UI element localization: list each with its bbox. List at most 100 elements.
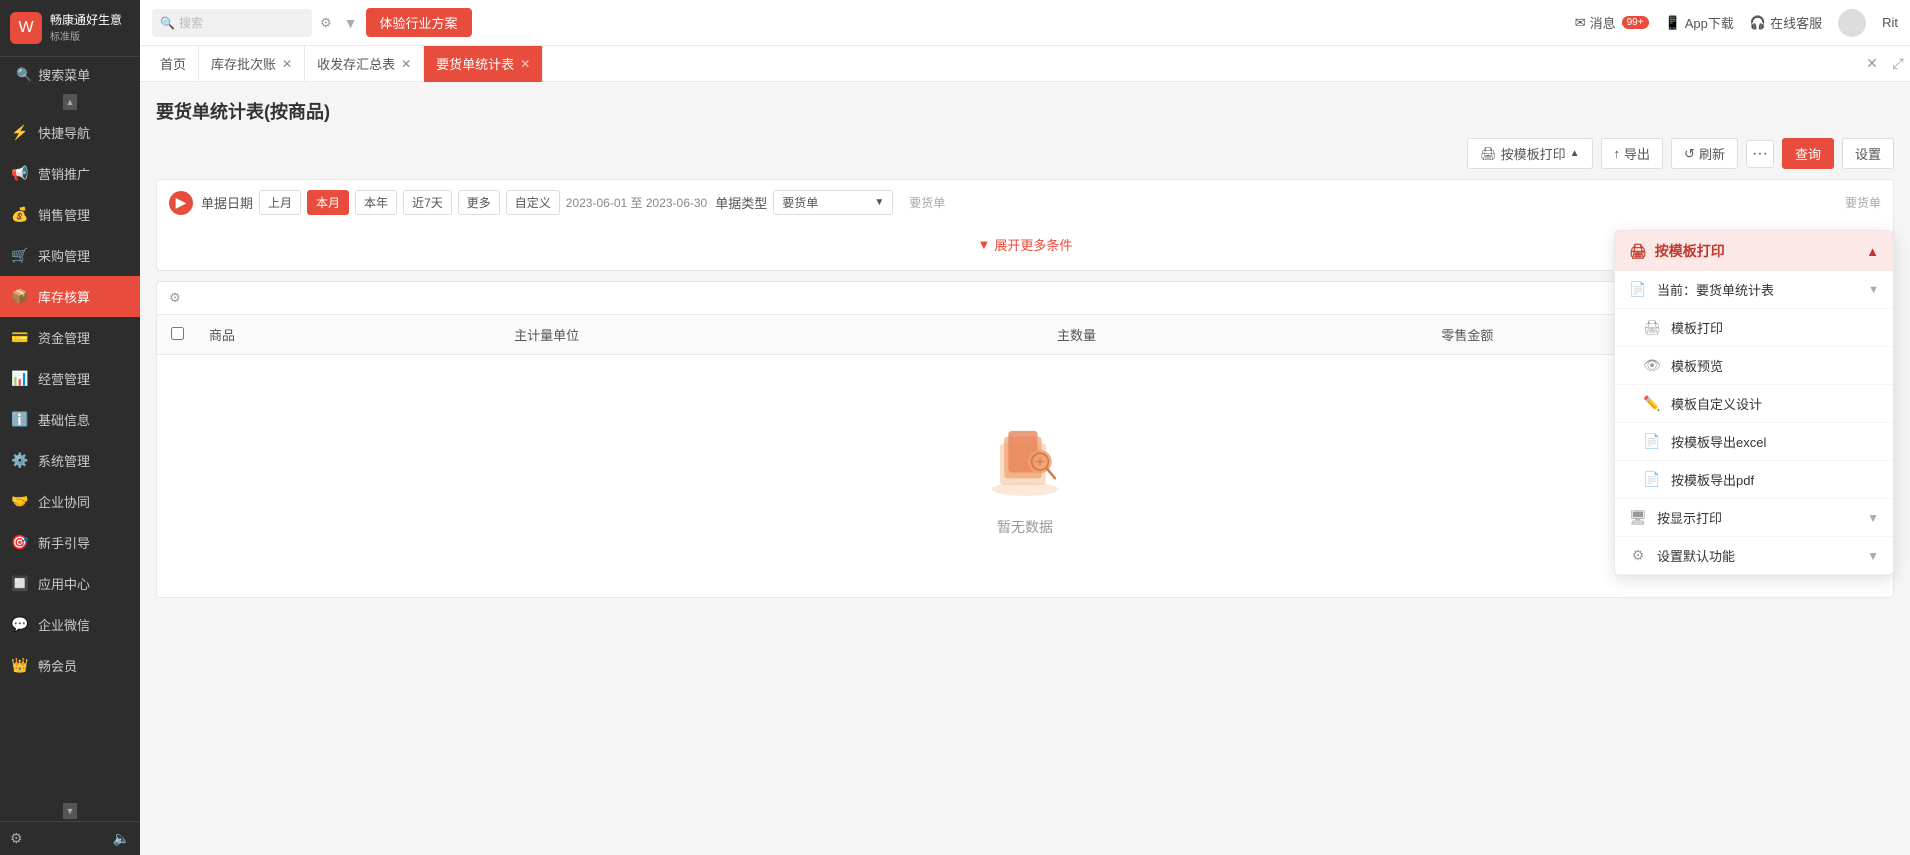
- display-print-left: 🖥 按显示打印: [1629, 508, 1722, 527]
- basic-icon: ℹ️: [10, 411, 30, 428]
- sidebar-item-marketing[interactable]: 📢 营销推广: [0, 153, 140, 194]
- sidebar-item-apps[interactable]: 🔲 应用中心: [0, 563, 140, 604]
- print-template-button[interactable]: 🖨 按模板打印 ▲: [1467, 138, 1592, 169]
- topbar: 🔍 搜索 ⚙ ▼ 体验行业方案 ✉ 消息 99+ 📱 App下载 🎧 在线客服 …: [140, 0, 1910, 46]
- dropdown-template-print[interactable]: 🖨 模板打印: [1615, 309, 1893, 347]
- date-btn-prev-month[interactable]: 上月: [259, 190, 301, 215]
- tab-receipt-summary[interactable]: 收发存汇总表 ✕: [305, 46, 424, 82]
- sidebar-scroll-down[interactable]: ▼: [63, 803, 77, 819]
- tab-order-stats-close[interactable]: ✕: [520, 57, 530, 71]
- date-btn-this-year[interactable]: 本年: [355, 190, 397, 215]
- tab-home[interactable]: 首页: [148, 46, 199, 82]
- sidebar-item-sales[interactable]: 💰 销售管理: [0, 194, 140, 235]
- sidebar-scroll-up[interactable]: ▲: [63, 94, 77, 110]
- select-all-checkbox[interactable]: [171, 327, 184, 340]
- dropdown-template-preview[interactable]: 👁 模板预览: [1615, 347, 1893, 385]
- dropdown-header-left: 🖨 按模板打印: [1629, 241, 1725, 261]
- operation-icon: 📊: [10, 370, 30, 387]
- date-btn-more[interactable]: 更多: [458, 190, 500, 215]
- expand-more-button[interactable]: ▼ 展开更多条件: [978, 229, 1073, 260]
- export-pdf-label: 按模板导出pdf: [1671, 470, 1754, 489]
- date-btn-7days[interactable]: 近7天: [403, 190, 452, 215]
- sidebar-item-quick-nav[interactable]: ⚡ 快捷导航: [0, 112, 140, 153]
- sidebar-item-enterprise[interactable]: 🤝 企业协同: [0, 481, 140, 522]
- sound-icon[interactable]: 🔈: [113, 830, 130, 847]
- app-sub: 标准版: [50, 28, 122, 43]
- topbar-dropdown-icon[interactable]: ▼: [344, 15, 358, 31]
- template-preview-label: 模板预览: [1671, 356, 1723, 375]
- dropdown-current-item[interactable]: 📄 当前：要货单统计表 ▼: [1615, 271, 1893, 309]
- order-type-select[interactable]: 要货单 ▼: [773, 190, 893, 215]
- table-settings-icon[interactable]: ⚙: [169, 290, 181, 306]
- system-icon: ⚙️: [10, 452, 30, 469]
- more-options-button[interactable]: ···: [1746, 140, 1774, 168]
- template-print-icon: 🖨: [1643, 319, 1661, 336]
- sidebar-item-basic[interactable]: ℹ️ 基础信息: [0, 399, 140, 440]
- sidebar-item-inventory[interactable]: 📦 库存核算: [0, 276, 140, 317]
- marketing-icon: 📢: [10, 165, 30, 182]
- filter-expand-button[interactable]: ▶: [169, 191, 193, 215]
- tab-inventory-batch-label: 库存批次账: [211, 54, 276, 73]
- date-btn-this-month[interactable]: 本月: [307, 190, 349, 215]
- dropdown-export-pdf[interactable]: 📄 按模板导出pdf: [1615, 461, 1893, 499]
- expand-tab-button[interactable]: ⤢: [1886, 52, 1910, 76]
- app-logo-icon: W: [10, 12, 42, 44]
- refresh-button[interactable]: ↺ 刷新: [1671, 138, 1738, 169]
- sidebar-item-label: 资金管理: [38, 328, 90, 347]
- trial-button[interactable]: 体验行业方案: [366, 8, 472, 37]
- dropdown-template-design[interactable]: ✏️ 模板自定义设计: [1615, 385, 1893, 423]
- sidebar-logo: W 畅康通好生意 标准版: [0, 0, 140, 57]
- export-excel-icon: 📄: [1643, 433, 1661, 450]
- query-button[interactable]: 查询: [1782, 138, 1834, 169]
- order-type-filter-group: 单据类型 要货单 ▼: [715, 190, 893, 215]
- empty-text: 暂无数据: [997, 517, 1053, 537]
- tab-order-stats[interactable]: 要货单统计表 ✕: [424, 46, 543, 82]
- sidebar-item-wechat[interactable]: 💬 企业微信: [0, 604, 140, 645]
- date-filter-label: 单据日期: [201, 193, 253, 212]
- sidebar-item-member[interactable]: 👑 畅会员: [0, 645, 140, 686]
- topbar-gear-icon[interactable]: ⚙: [320, 15, 332, 31]
- date-btn-custom[interactable]: 自定义: [506, 190, 560, 215]
- sidebar-item-purchase[interactable]: 🛒 采购管理: [0, 235, 140, 276]
- tab-receipt-summary-label: 收发存汇总表: [317, 54, 395, 73]
- date-filter-group: 单据日期 上月 本月 本年 近7天 更多 自定义 2023-06-01 至 20…: [201, 190, 707, 215]
- sidebar-item-label: 营销推广: [38, 164, 90, 183]
- dropdown-header-label: 按模板打印: [1655, 241, 1725, 261]
- empty-illustration: [975, 415, 1075, 505]
- dropdown-export-excel[interactable]: 📄 按模板导出excel: [1615, 423, 1893, 461]
- order-status-filter: 要货单: [1845, 194, 1881, 211]
- tab-inventory-batch-close[interactable]: ✕: [282, 57, 292, 71]
- th-unit: 主计量单位: [502, 315, 1045, 355]
- sidebar-nav: ⚡ 快捷导航 📢 营销推广 💰 销售管理 🛒 采购管理 📦 库存核算 💳 资金管…: [0, 112, 140, 801]
- guide-icon: 🎯: [10, 534, 30, 551]
- tabs-bar: 首页 库存批次账 ✕ 收发存汇总表 ✕ 要货单统计表 ✕ ✕ ⤢: [140, 46, 1910, 82]
- app-download-item[interactable]: 📱 App下载: [1665, 13, 1734, 32]
- sidebar-search[interactable]: 🔍 搜索菜单: [0, 57, 140, 92]
- settings-button[interactable]: 设置: [1842, 138, 1894, 169]
- dropdown-header[interactable]: 🖨 按模板打印 ▲: [1615, 231, 1893, 271]
- sidebar-item-finance[interactable]: 💳 资金管理: [0, 317, 140, 358]
- order-status-label: 要货单: [1845, 194, 1881, 211]
- topbar-search-box[interactable]: 🔍 搜索: [152, 9, 312, 37]
- sidebar-item-system[interactable]: ⚙️ 系统管理: [0, 440, 140, 481]
- customer-service-item[interactable]: 🎧 在线客服: [1750, 13, 1822, 32]
- tab-inventory-batch[interactable]: 库存批次账 ✕: [199, 46, 305, 82]
- sidebar-item-operation[interactable]: 📊 经营管理: [0, 358, 140, 399]
- dropdown-set-default[interactable]: ⚙ 设置默认功能 ▼: [1615, 537, 1893, 575]
- export-button[interactable]: ↑ 导出: [1601, 138, 1664, 169]
- sidebar-item-label: 新手引导: [38, 533, 90, 552]
- tab-receipt-summary-close[interactable]: ✕: [401, 57, 411, 71]
- sidebar-item-guide[interactable]: 🎯 新手引导: [0, 522, 140, 563]
- mobile-icon: 📱: [1665, 15, 1681, 31]
- dropdown-display-print[interactable]: 🖥 按显示打印 ▼: [1615, 499, 1893, 537]
- th-checkbox[interactable]: [157, 315, 197, 355]
- message-item[interactable]: ✉ 消息 99+: [1575, 13, 1649, 32]
- sidebar-item-label: 应用中心: [38, 574, 90, 593]
- close-tab-button[interactable]: ✕: [1860, 52, 1884, 76]
- expand-more-label: 展开更多条件: [994, 235, 1072, 254]
- settings-icon[interactable]: ⚙: [10, 830, 23, 847]
- app-name: 畅康通好生意: [50, 13, 122, 29]
- print-template-label: 按模板打印: [1501, 144, 1566, 163]
- refresh-icon: ↺: [1684, 146, 1695, 162]
- dropdown-collapse-icon: ▲: [1866, 244, 1879, 259]
